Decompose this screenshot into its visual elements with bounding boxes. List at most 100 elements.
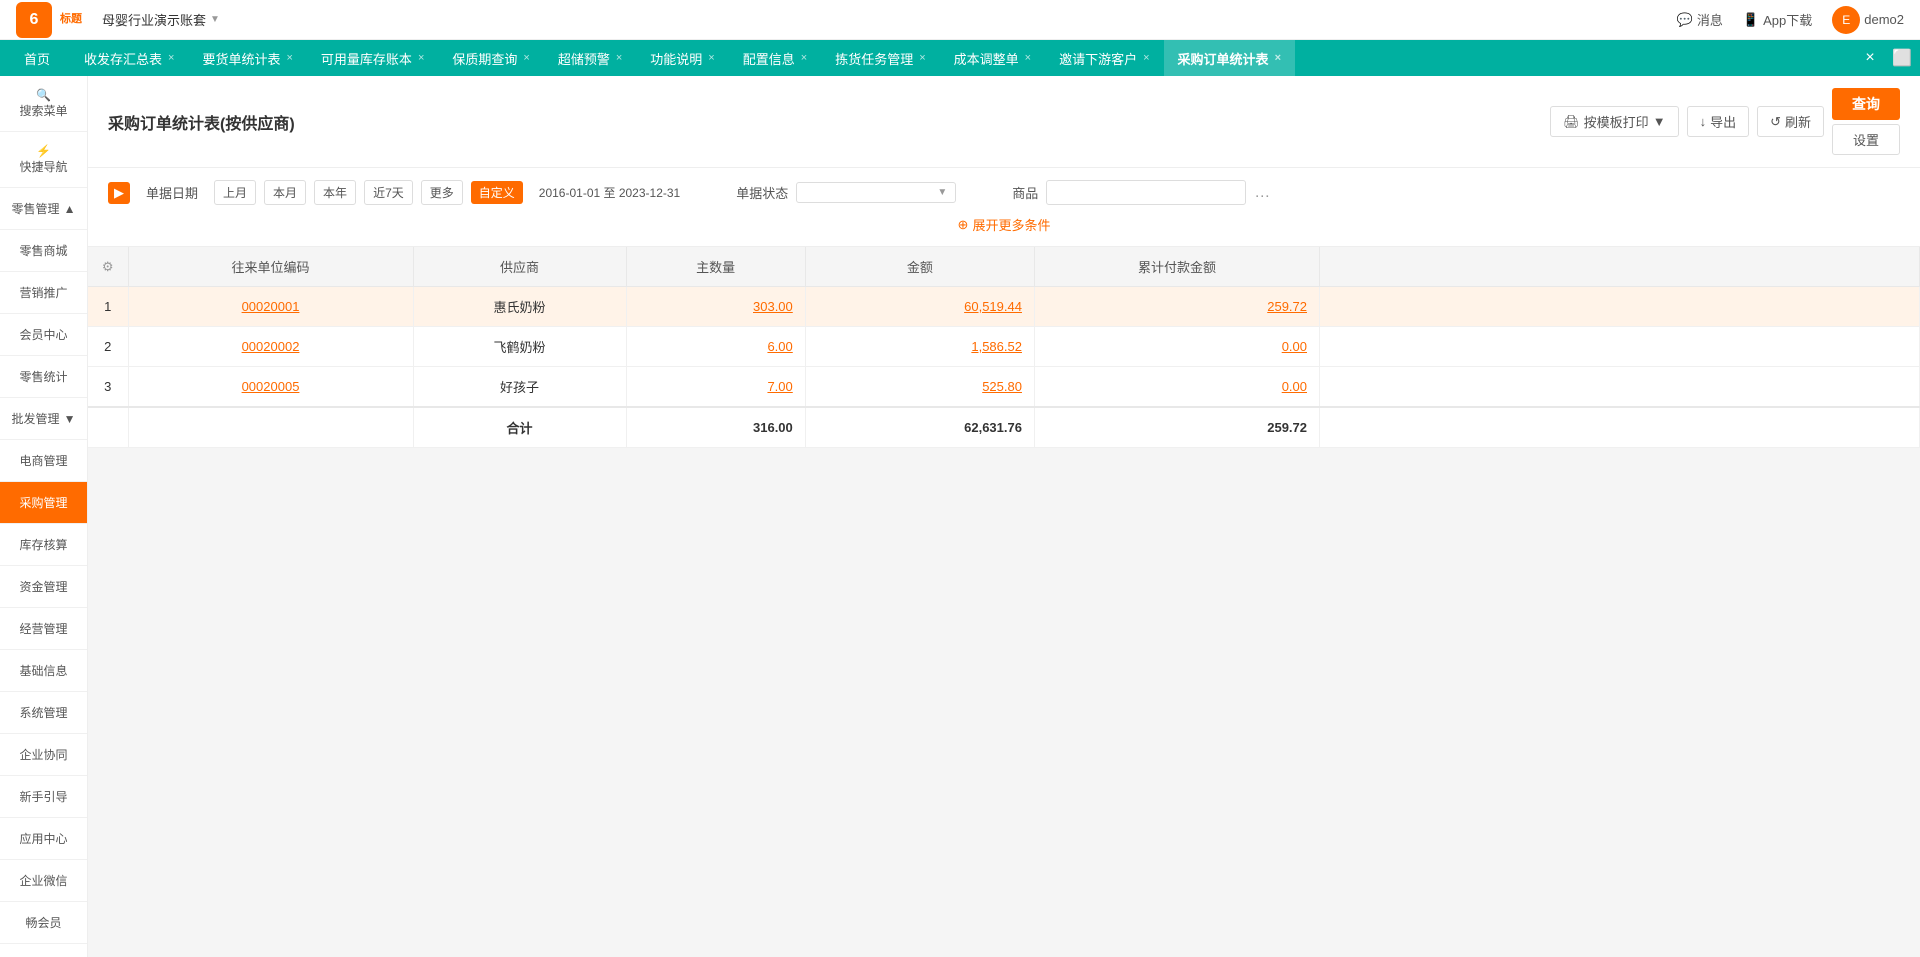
tab-purchase-stat[interactable]: 采购订单统计表 ×: [1164, 40, 1295, 76]
sidebar-item-appcenter[interactable]: 应用中心: [0, 818, 87, 860]
sidebar-item-retail-label: 零售管理: [12, 200, 60, 217]
sidebar-item-retail-mall-label: 零售商城: [4, 242, 83, 259]
tab-purchase-stat-close[interactable]: ×: [1275, 52, 1281, 64]
date-7days[interactable]: 近7天: [364, 180, 413, 205]
goods-more-icon[interactable]: …: [1254, 184, 1270, 202]
user-menu[interactable]: E demo2: [1832, 6, 1904, 34]
sidebar-item-quicknav-label: 快捷导航: [4, 158, 83, 175]
date-custom-button[interactable]: 自定义: [471, 181, 523, 204]
table-area: ⚙ 往来单位编码 供应商 主数量 金额 累计付款金额 1 00020001: [88, 247, 1920, 448]
row-3-qty[interactable]: 7.00: [626, 367, 805, 408]
settings-button[interactable]: 设置: [1832, 124, 1900, 155]
query-button[interactable]: 查询: [1832, 88, 1900, 120]
tab-config[interactable]: 配置信息 ×: [729, 40, 821, 76]
status-filter: 单据状态 ▼: [736, 182, 956, 203]
tab-invite[interactable]: 邀请下游客户 ×: [1045, 40, 1163, 76]
row-3-no: 3: [88, 367, 128, 408]
date-more[interactable]: 更多: [421, 180, 463, 205]
sidebar-item-wholesale[interactable]: 批发管理 ▼: [0, 398, 87, 440]
sidebar-item-newguide[interactable]: 新手引导: [0, 776, 87, 818]
tab-receive-close[interactable]: ×: [168, 52, 174, 64]
sidebar-item-wechat[interactable]: 企业微信: [0, 860, 87, 902]
maximize-tab-action[interactable]: ⬜: [1888, 44, 1916, 72]
tab-inventory-close[interactable]: ×: [418, 52, 424, 64]
date-range-display: 2016-01-01 至 2023-12-31: [539, 184, 680, 201]
tab-config-close[interactable]: ×: [801, 52, 807, 64]
sidebar-item-enterprise[interactable]: 企业协同: [0, 734, 87, 776]
template-print-button[interactable]: 🖨 按模板打印 ▼: [1550, 106, 1678, 137]
sidebar-item-retail[interactable]: 零售管理 ▲: [0, 188, 87, 230]
row-3-amount[interactable]: 525.80: [805, 367, 1034, 408]
sidebar-item-retail-stat[interactable]: 零售统计: [0, 356, 87, 398]
row-1-code[interactable]: 00020001: [128, 287, 413, 327]
tab-purchase-stat-label: 采购订单统计表: [1178, 49, 1269, 68]
sidebar-item-ecommerce[interactable]: 电商管理: [0, 440, 87, 482]
tab-pick-task-close[interactable]: ×: [919, 52, 925, 64]
tab-order-stat[interactable]: 要货单统计表 ×: [188, 40, 306, 76]
tab-order-stat-close[interactable]: ×: [286, 52, 292, 64]
export-button[interactable]: ↓ 导出: [1687, 106, 1750, 137]
workspace-selector[interactable]: 母婴行业演示账套 ▼: [102, 10, 220, 29]
footer-amount: 62,631.76: [805, 407, 1034, 448]
sidebar-item-ops[interactable]: 经营管理: [0, 608, 87, 650]
refresh-button[interactable]: ↺ 刷新: [1757, 106, 1824, 137]
close-tab-action[interactable]: ×: [1856, 44, 1884, 72]
sidebar-item-marketing[interactable]: 营销推广: [0, 272, 87, 314]
tab-pick-task[interactable]: 拣货任务管理 ×: [821, 40, 939, 76]
row-3-code[interactable]: 00020005: [128, 367, 413, 408]
tab-home[interactable]: 首页: [4, 40, 70, 76]
footer-paid: 259.72: [1034, 407, 1319, 448]
sidebar-item-inventory-mgr[interactable]: 库存核算: [0, 524, 87, 566]
date-this-year[interactable]: 本年: [314, 180, 356, 205]
row-2-qty[interactable]: 6.00: [626, 327, 805, 367]
sidebar-item-finance[interactable]: 资金管理: [0, 566, 87, 608]
row-3-paid[interactable]: 0.00: [1034, 367, 1319, 408]
message-button[interactable]: 💬 消息: [1677, 10, 1723, 29]
tab-receive[interactable]: 收发存汇总表 ×: [70, 40, 188, 76]
tab-order-stat-label: 要货单统计表: [202, 49, 280, 68]
row-2-code[interactable]: 00020002: [128, 327, 413, 367]
tab-expiry[interactable]: 保质期查询 ×: [438, 40, 543, 76]
sidebar-item-member[interactable]: 会员中心: [0, 314, 87, 356]
sidebar-item-quicknav[interactable]: ⚡ 快捷导航: [0, 132, 87, 188]
sidebar-item-retail-mall[interactable]: 零售商城: [0, 230, 87, 272]
row-2-amount[interactable]: 1,586.52: [805, 327, 1034, 367]
sidebar-item-marketing-label: 营销推广: [4, 284, 83, 301]
data-table: ⚙ 往来单位编码 供应商 主数量 金额 累计付款金额 1 00020001: [88, 247, 1920, 448]
row-1-supplier: 惠氏奶粉: [413, 287, 626, 327]
date-this-month[interactable]: 本月: [264, 180, 306, 205]
sidebar-item-purchase[interactable]: 采购管理: [0, 482, 87, 524]
row-1-amount[interactable]: 60,519.44: [805, 287, 1034, 327]
template-arrow-icon: ▼: [1653, 114, 1666, 129]
tab-cost-adj[interactable]: 成本调整单 ×: [940, 40, 1045, 76]
row-2-paid[interactable]: 0.00: [1034, 327, 1319, 367]
sidebar-item-system[interactable]: 系统管理: [0, 692, 87, 734]
goods-input[interactable]: [1046, 180, 1246, 205]
row-1-paid[interactable]: 259.72: [1034, 287, 1319, 327]
expand-more-btn[interactable]: ⊕ 展开更多条件: [108, 215, 1900, 234]
tab-overstock[interactable]: 超储预警 ×: [544, 40, 636, 76]
sidebar-item-search[interactable]: 🔍 搜索菜单: [0, 76, 87, 132]
tab-invite-close[interactable]: ×: [1143, 52, 1149, 64]
tab-cost-adj-close[interactable]: ×: [1025, 52, 1031, 64]
sidebar-item-ops-label: 经营管理: [4, 620, 83, 637]
sidebar-item-basic[interactable]: 基础信息: [0, 650, 87, 692]
row-1-qty[interactable]: 303.00: [626, 287, 805, 327]
workspace-arrow-icon: ▼: [210, 14, 220, 25]
table-row: 3 00020005 好孩子 7.00 525.80 0.00: [88, 367, 1920, 408]
col-settings[interactable]: ⚙: [88, 247, 128, 287]
col-settings-icon[interactable]: ⚙: [102, 259, 114, 274]
app-download-button[interactable]: 📱 App下载: [1743, 10, 1812, 29]
tab-overstock-close[interactable]: ×: [616, 52, 622, 64]
filter-dates: 上月 本月 本年 近7天 更多 自定义: [214, 180, 523, 205]
date-last-month[interactable]: 上月: [214, 180, 256, 205]
filter-toggle-button[interactable]: ▶: [108, 182, 130, 204]
tab-invite-label: 邀请下游客户: [1059, 49, 1137, 68]
tab-func-desc-close[interactable]: ×: [708, 52, 714, 64]
status-select[interactable]: ▼: [796, 182, 956, 203]
tab-expiry-close[interactable]: ×: [523, 52, 529, 64]
tab-func-desc[interactable]: 功能说明 ×: [636, 40, 728, 76]
tab-inventory[interactable]: 可用量库存账本 ×: [307, 40, 438, 76]
sidebar-item-vip[interactable]: 畅会员: [0, 902, 87, 944]
nav-tabs-right: × ⬜: [1856, 44, 1916, 72]
